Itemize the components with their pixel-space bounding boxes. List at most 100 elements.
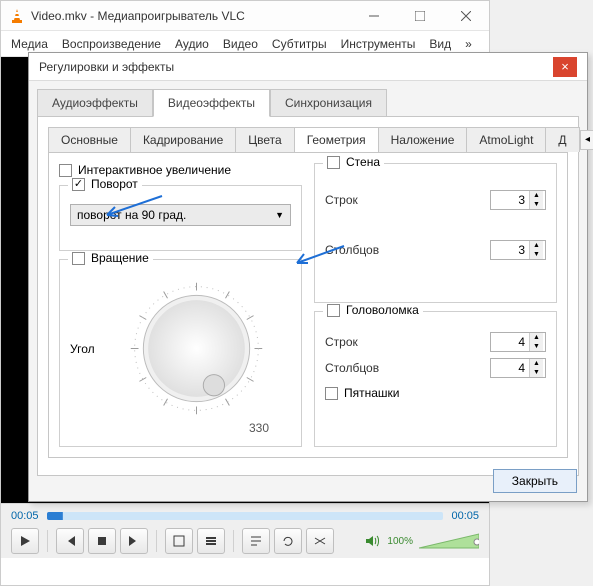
spin-up-icon[interactable]: ▲ xyxy=(530,191,543,200)
separator xyxy=(47,530,48,552)
subtab-crop[interactable]: Кадрирование xyxy=(131,127,236,152)
checkbox-icon xyxy=(325,387,338,400)
geometry-panel: Интерактивное увеличение Поворот поворот… xyxy=(48,152,568,458)
play-button[interactable] xyxy=(11,528,39,554)
fifteen-label: Пятнашки xyxy=(344,386,400,400)
rotate-checkbox[interactable]: Поворот xyxy=(68,177,142,191)
wall-rows-label: Строк xyxy=(325,193,482,207)
rotate-label: Поворот xyxy=(91,177,138,191)
angle-max: 330 xyxy=(70,421,291,435)
interactive-zoom-checkbox[interactable]: Интерактивное увеличение xyxy=(59,163,302,177)
angle-dial[interactable] xyxy=(124,276,269,421)
stop-button[interactable] xyxy=(88,528,116,554)
playlist-button[interactable] xyxy=(242,528,270,554)
puzzle-label: Головоломка xyxy=(346,303,419,317)
seek-bar[interactable] xyxy=(47,512,444,520)
checkbox-icon xyxy=(72,252,85,265)
next-button[interactable] xyxy=(120,528,148,554)
spin-down-icon[interactable]: ▼ xyxy=(530,342,543,351)
fifteen-checkbox[interactable]: Пятнашки xyxy=(325,386,546,400)
spin-down-icon[interactable]: ▼ xyxy=(530,200,543,209)
angle-label: Угол xyxy=(70,342,95,356)
spin-down-icon[interactable]: ▼ xyxy=(530,250,543,259)
wall-cols-spinner[interactable]: ▲▼ xyxy=(490,240,546,260)
effects-tabstrip: Аудиоэффекты Видеоэффекты Синхронизация xyxy=(29,81,587,117)
chevron-down-icon: ▼ xyxy=(275,210,284,220)
puzzle-rows-spinner[interactable]: ▲▼ xyxy=(490,332,546,352)
subtab-colors[interactable]: Цвета xyxy=(236,127,294,152)
dialog-close-button[interactable]: × xyxy=(553,57,577,77)
titlebar: Video.mkv - Медиапроигрыватель VLC xyxy=(1,1,489,31)
dialog-titlebar: Регулировки и эффекты × xyxy=(29,53,587,81)
wall-rows-input[interactable] xyxy=(491,193,529,207)
rotate-group: Поворот поворот на 90 град. ▼ xyxy=(59,185,302,251)
rotation-checkbox[interactable]: Вращение xyxy=(68,251,153,265)
menu-playback[interactable]: Воспроизведение xyxy=(62,37,161,51)
menu-video[interactable]: Видео xyxy=(223,37,258,51)
puzzle-checkbox[interactable]: Головоломка xyxy=(323,303,423,317)
tab-audio-effects[interactable]: Аудиоэффекты xyxy=(37,89,153,117)
tab-scroll-left[interactable]: ◂ xyxy=(580,130,593,150)
puzzle-cols-label: Столбцов xyxy=(325,361,482,375)
menu-overflow[interactable]: » xyxy=(465,37,472,51)
close-button[interactable] xyxy=(443,1,489,31)
close-dialog-button[interactable]: Закрыть xyxy=(493,469,577,493)
puzzle-group: Головоломка Строк ▲▼ Столбцов xyxy=(314,311,557,447)
menu-media[interactable]: Медиа xyxy=(11,37,48,51)
interactive-zoom-label: Интерактивное увеличение xyxy=(78,163,231,177)
minimize-button[interactable] xyxy=(351,1,397,31)
window-title: Video.mkv - Медиапроигрыватель VLC xyxy=(31,9,351,23)
separator xyxy=(156,530,157,552)
shuffle-button[interactable] xyxy=(306,528,334,554)
wall-label: Стена xyxy=(346,155,380,169)
menu-tools[interactable]: Инструменты xyxy=(341,37,416,51)
dialog-title: Регулировки и эффекты xyxy=(39,60,553,74)
menu-audio[interactable]: Аудио xyxy=(175,37,209,51)
subtab-atmolight[interactable]: AtmoLight xyxy=(467,127,546,152)
puzzle-rows-input[interactable] xyxy=(491,335,529,349)
wall-checkbox[interactable]: Стена xyxy=(323,155,384,169)
time-total[interactable]: 00:05 xyxy=(451,510,479,522)
volume-percent: 100% xyxy=(387,536,413,547)
subtab-basic[interactable]: Основные xyxy=(48,127,131,152)
loop-button[interactable] xyxy=(274,528,302,554)
maximize-button[interactable] xyxy=(397,1,443,31)
puzzle-rows-label: Строк xyxy=(325,335,482,349)
menu-view[interactable]: Вид xyxy=(429,37,451,51)
checkbox-icon xyxy=(327,304,340,317)
rotate-value: поворот на 90 град. xyxy=(77,208,186,222)
spin-up-icon[interactable]: ▲ xyxy=(530,333,543,342)
subtab-overlay[interactable]: Наложение xyxy=(379,127,468,152)
fullscreen-button[interactable] xyxy=(165,528,193,554)
prev-button[interactable] xyxy=(56,528,84,554)
video-subtabs: Основные Кадрирование Цвета Геометрия На… xyxy=(48,127,568,152)
puzzle-cols-spinner[interactable]: ▲▼ xyxy=(490,358,546,378)
spin-down-icon[interactable]: ▼ xyxy=(530,368,543,377)
wall-cols-label: Столбцов xyxy=(325,243,482,257)
puzzle-cols-input[interactable] xyxy=(491,361,529,375)
checkbox-icon xyxy=(72,178,85,191)
subtab-geometry[interactable]: Геометрия xyxy=(295,127,379,152)
volume-slider[interactable] xyxy=(419,532,479,550)
spin-up-icon[interactable]: ▲ xyxy=(530,359,543,368)
player-controls: 00:05 00:05 100% xyxy=(1,503,489,558)
wall-cols-input[interactable] xyxy=(491,243,529,257)
ext-settings-button[interactable] xyxy=(197,528,225,554)
wall-group: Стена Строк ▲▼ Столбцов xyxy=(314,163,557,303)
effects-dialog: Регулировки и эффекты × Аудиоэффекты Вид… xyxy=(28,52,588,502)
rotation-label: Вращение xyxy=(91,251,149,265)
speaker-icon[interactable] xyxy=(365,534,381,548)
subtab-more[interactable]: Д xyxy=(546,127,579,152)
video-effects-panel: Основные Кадрирование Цвета Геометрия На… xyxy=(37,116,579,476)
rotate-dropdown[interactable]: поворот на 90 град. ▼ xyxy=(70,204,291,226)
menu-subtitles[interactable]: Субтитры xyxy=(272,37,327,51)
wall-rows-spinner[interactable]: ▲▼ xyxy=(490,190,546,210)
vlc-logo-icon xyxy=(9,8,25,24)
checkbox-icon xyxy=(59,164,72,177)
checkbox-icon xyxy=(327,156,340,169)
time-elapsed[interactable]: 00:05 xyxy=(11,510,39,522)
tab-video-effects[interactable]: Видеоэффекты xyxy=(153,89,270,117)
spin-up-icon[interactable]: ▲ xyxy=(530,241,543,250)
tab-synchronization[interactable]: Синхронизация xyxy=(270,89,387,117)
rotation-group: Вращение Угол xyxy=(59,259,302,447)
